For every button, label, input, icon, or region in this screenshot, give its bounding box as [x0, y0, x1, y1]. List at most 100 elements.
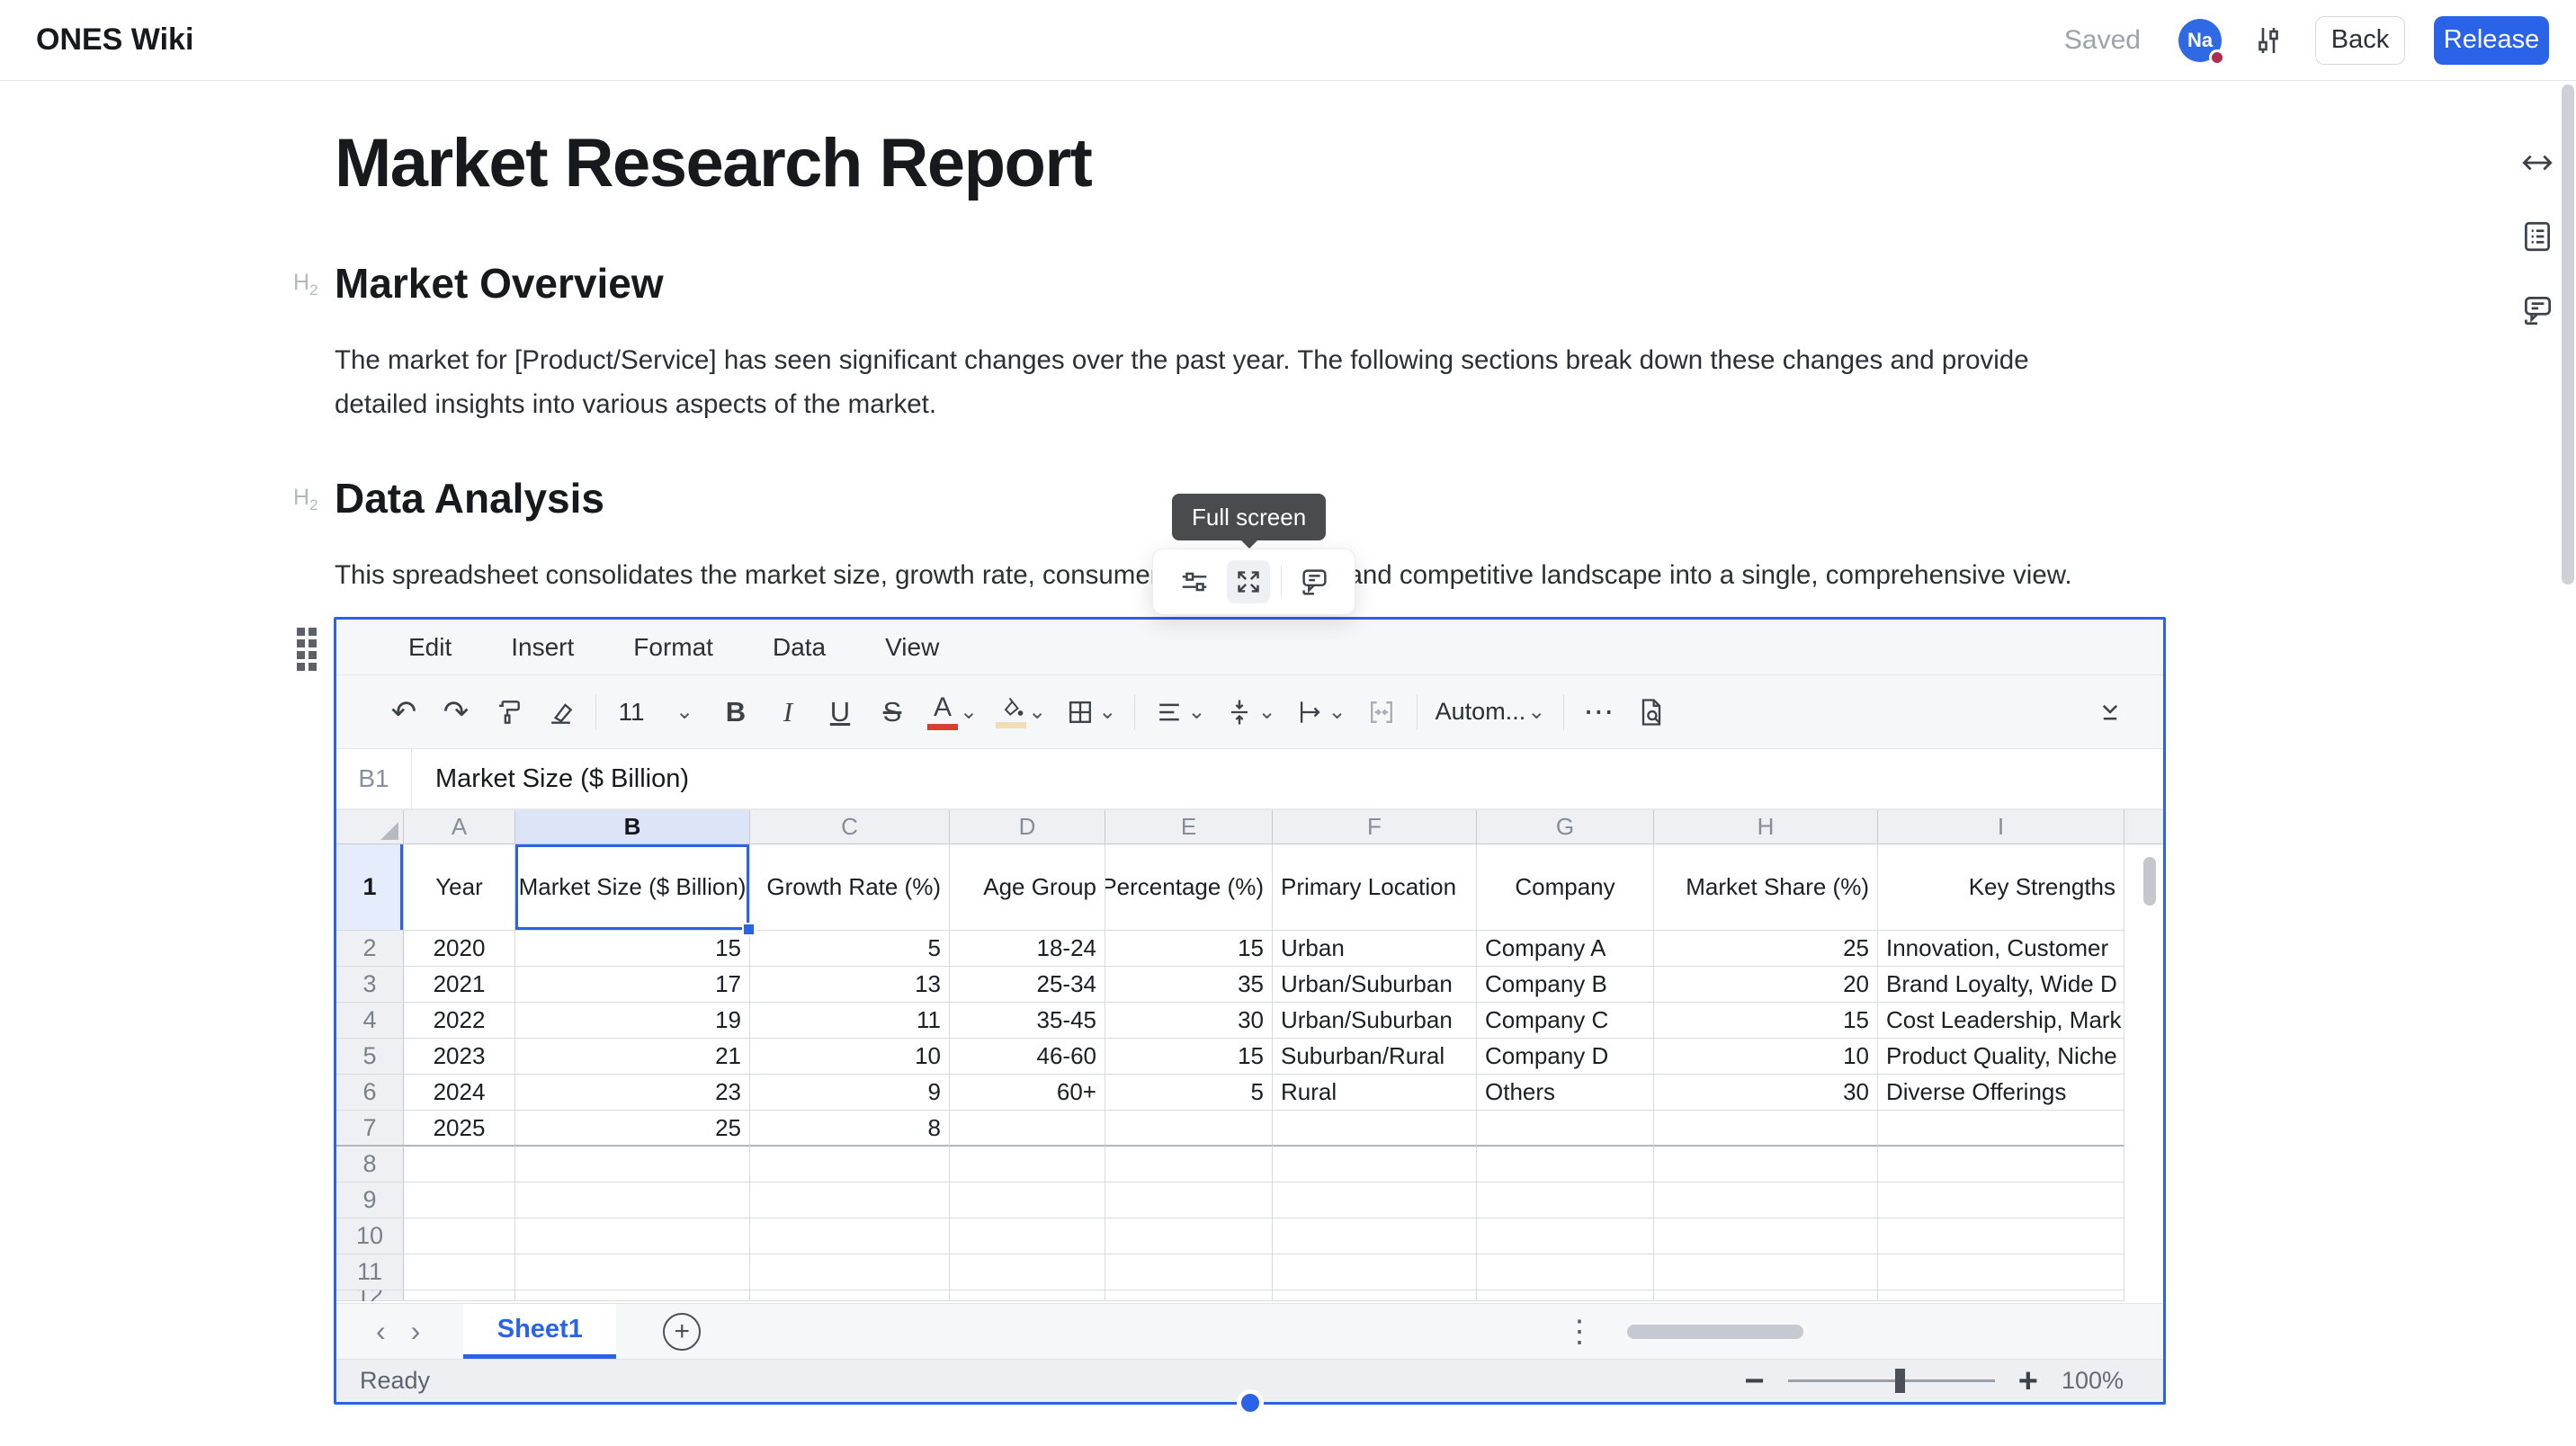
cell-G11[interactable] [1477, 1254, 1654, 1290]
fill-color-button[interactable]: ⌄ [996, 692, 1046, 733]
font-size-chevron-icon[interactable]: ⌄ [666, 692, 701, 733]
cell-H12[interactable] [1654, 1290, 1878, 1301]
menu-view[interactable]: View [885, 633, 939, 662]
row-header-11[interactable]: 11 [336, 1254, 404, 1290]
row-header-2[interactable]: 2 [336, 931, 404, 967]
row-header-9[interactable]: 9 [336, 1183, 404, 1218]
cell-B5[interactable]: 21 [515, 1039, 750, 1075]
cell-B3[interactable]: 17 [515, 967, 750, 1003]
number-format-select[interactable]: Autom... ⌄ [1436, 692, 1546, 733]
zoom-out-button[interactable]: − [1745, 1364, 1765, 1398]
cell-E9[interactable] [1105, 1183, 1273, 1218]
cell-D11[interactable] [950, 1254, 1105, 1290]
cell-D2[interactable]: 18-24 [950, 931, 1105, 967]
cell-G10[interactable] [1477, 1218, 1654, 1254]
settings-sliders-icon[interactable] [2250, 22, 2286, 58]
underline-button[interactable]: U [823, 692, 857, 733]
cell-F1[interactable]: Primary Location [1273, 844, 1477, 931]
fullscreen-icon[interactable] [1226, 560, 1270, 603]
row-header-3[interactable]: 3 [336, 967, 404, 1003]
cell-D3[interactable]: 25-34 [950, 967, 1105, 1003]
menu-data[interactable]: Data [773, 633, 826, 662]
prev-sheet-icon[interactable]: ‹ [363, 1315, 398, 1348]
column-header-E[interactable]: E [1105, 810, 1273, 844]
cell-I3[interactable]: Brand Loyalty, Wide D [1878, 967, 2124, 1003]
cell-I5[interactable]: Product Quality, Niche [1878, 1039, 2124, 1075]
row-header-12[interactable]: 12 [336, 1290, 404, 1301]
formula-input[interactable]: Market Size ($ Billion) [412, 749, 689, 808]
embed-caption-icon[interactable] [1292, 560, 1336, 603]
cell-H5[interactable]: 10 [1654, 1039, 1878, 1075]
menu-format[interactable]: Format [633, 633, 713, 662]
cell-A2[interactable]: 2020 [404, 931, 515, 967]
bold-button[interactable]: B [719, 692, 753, 733]
cell-I10[interactable] [1878, 1218, 2124, 1254]
cell-B6[interactable]: 23 [515, 1075, 750, 1111]
cell-F9[interactable] [1273, 1183, 1477, 1218]
italic-button[interactable]: I [771, 692, 805, 733]
cell-E10[interactable] [1105, 1218, 1273, 1254]
cell-F7[interactable] [1273, 1111, 1477, 1147]
cell-F6[interactable]: Rural [1273, 1075, 1477, 1111]
grid-vertical-scrollbar[interactable] [2143, 857, 2156, 906]
cell-D7[interactable] [950, 1111, 1105, 1147]
cell-D12[interactable] [950, 1290, 1105, 1301]
embed-drag-handle[interactable] [297, 628, 322, 673]
cell-H6[interactable]: 30 [1654, 1075, 1878, 1111]
select-all-corner[interactable] [336, 810, 404, 844]
cell-G12[interactable] [1477, 1290, 1654, 1301]
row-header-1[interactable]: 1 [336, 844, 404, 931]
cell-B12[interactable] [515, 1290, 750, 1301]
avatar[interactable]: Na [2178, 18, 2225, 66]
outline-icon[interactable] [2518, 218, 2556, 255]
cell-H2[interactable]: 25 [1654, 931, 1878, 967]
cell-A1[interactable]: Year [404, 844, 515, 931]
cell-B1[interactable]: Market Size ($ Billion) [515, 844, 756, 936]
cell-I2[interactable]: Innovation, Customer [1878, 931, 2124, 967]
cell-D1[interactable]: Age Group [950, 844, 1105, 931]
cell-C6[interactable]: 9 [750, 1075, 950, 1111]
eraser-icon[interactable] [543, 692, 577, 733]
row-header-10[interactable]: 10 [336, 1218, 404, 1254]
cell-B7[interactable]: 25 [515, 1111, 750, 1147]
cell-F2[interactable]: Urban [1273, 931, 1477, 967]
cell-C5[interactable]: 10 [750, 1039, 950, 1075]
column-header-F[interactable]: F [1273, 810, 1477, 844]
cell-G2[interactable]: Company A [1477, 931, 1654, 967]
cell-B2[interactable]: 15 [515, 931, 750, 967]
cell-E5[interactable]: 15 [1105, 1039, 1273, 1075]
cell-D5[interactable]: 46-60 [950, 1039, 1105, 1075]
cell-C11[interactable] [750, 1254, 950, 1290]
cell-C8[interactable] [750, 1147, 950, 1183]
cell-G7[interactable] [1477, 1111, 1654, 1147]
cell-G8[interactable] [1477, 1147, 1654, 1183]
cell-H3[interactable]: 20 [1654, 967, 1878, 1003]
redo-icon[interactable]: ↷ [439, 692, 473, 733]
cell-C12[interactable] [750, 1290, 950, 1301]
page-scrollbar[interactable] [2562, 85, 2574, 585]
cell-I7[interactable] [1878, 1111, 2124, 1147]
cell-I8[interactable] [1878, 1147, 2124, 1183]
cell-H11[interactable] [1654, 1254, 1878, 1290]
cell-H8[interactable] [1654, 1147, 1878, 1183]
cell-G3[interactable]: Company B [1477, 967, 1654, 1003]
cell-C4[interactable]: 11 [750, 1003, 950, 1039]
cell-I9[interactable] [1878, 1183, 2124, 1218]
cell-B10[interactable] [515, 1218, 750, 1254]
cell-G4[interactable]: Company C [1477, 1003, 1654, 1039]
cell-C2[interactable]: 5 [750, 931, 950, 967]
cell-E6[interactable]: 5 [1105, 1075, 1273, 1111]
cell-C10[interactable] [750, 1218, 950, 1254]
cell-E11[interactable] [1105, 1254, 1273, 1290]
cell-E1[interactable]: Percentage (%) [1105, 844, 1273, 931]
zoom-in-button[interactable]: + [2018, 1364, 2038, 1398]
cell-D8[interactable] [950, 1147, 1105, 1183]
row-header-5[interactable]: 5 [336, 1039, 404, 1075]
cell-F11[interactable] [1273, 1254, 1477, 1290]
cell-C7[interactable]: 8 [750, 1111, 950, 1147]
cell-A11[interactable] [404, 1254, 515, 1290]
column-header-H[interactable]: H [1654, 810, 1878, 844]
cell-I12[interactable] [1878, 1290, 2124, 1301]
cell-F4[interactable]: Urban/Suburban [1273, 1003, 1477, 1039]
cell-B8[interactable] [515, 1147, 750, 1183]
